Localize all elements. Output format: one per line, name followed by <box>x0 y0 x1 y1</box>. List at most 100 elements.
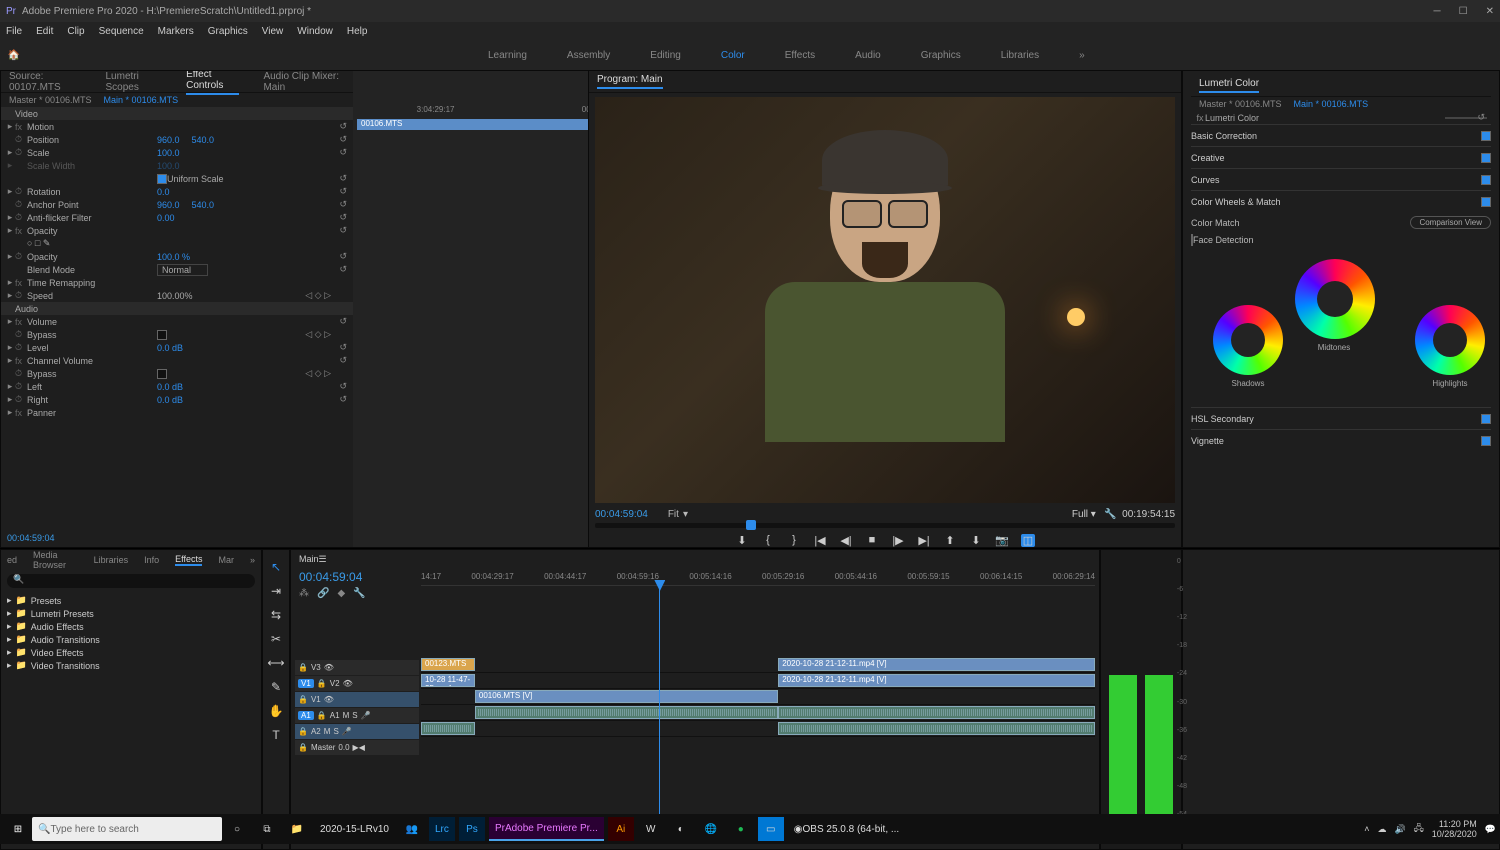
track-a1[interactable] <box>421 706 1095 721</box>
slip-tool[interactable]: ⟷ <box>267 656 284 670</box>
color-wheels-checkbox[interactable] <box>1481 197 1491 207</box>
workspace-learning[interactable]: Learning <box>488 50 527 61</box>
opacity-value[interactable]: 100.0 % <box>157 252 190 262</box>
program-zoom-select[interactable]: Fit <box>668 509 679 520</box>
folder-audio-transitions[interactable]: Audio Transitions <box>31 635 100 645</box>
tab-source[interactable]: Source: 00107.MTS <box>9 71 82 93</box>
step-back-icon[interactable]: ◀| <box>839 534 853 547</box>
tray-network-icon[interactable]: 🖧 <box>1414 821 1424 837</box>
tab-lumetri-scopes[interactable]: Lumetri Scopes <box>106 71 163 93</box>
bypass-checkbox[interactable] <box>157 330 167 340</box>
vignette-checkbox[interactable] <box>1481 436 1491 446</box>
track-header-v2[interactable]: V1🔒V2👁 <box>295 676 419 691</box>
track-v3[interactable]: 00123.MTS 2020-10-28 21-12-11.mp4 [V] <box>421 658 1095 673</box>
app-icon-w[interactable]: W <box>638 817 664 841</box>
fx-bypass[interactable]: Bypass <box>27 330 157 340</box>
photoshop-icon[interactable]: Ps <box>459 817 485 841</box>
clip-a1b[interactable] <box>778 706 1095 719</box>
program-scrubber[interactable] <box>595 523 1175 528</box>
tab-media-browser[interactable]: Media Browser <box>33 550 78 570</box>
workspace-editing[interactable]: Editing <box>650 50 681 61</box>
tab-info[interactable]: Info <box>144 555 159 565</box>
settings-icon[interactable]: 🔧 <box>353 588 365 599</box>
shadows-color-wheel[interactable] <box>1213 305 1283 375</box>
tabs-overflow[interactable]: » <box>250 555 255 565</box>
tray-onedrive-icon[interactable]: ☁ <box>1377 824 1386 835</box>
highlights-color-wheel[interactable] <box>1415 305 1485 375</box>
uniform-scale-checkbox[interactable] <box>157 174 167 184</box>
fx-scale[interactable]: Scale <box>27 148 157 158</box>
export-frame-icon[interactable]: 📷 <box>995 534 1009 547</box>
pen-tool[interactable]: ✎ <box>271 680 281 694</box>
menu-file[interactable]: File <box>6 26 22 37</box>
rotation-value[interactable]: 0.0 <box>157 187 170 197</box>
timeline-sequence-tab[interactable]: Main <box>299 554 319 564</box>
comparison-view-icon[interactable]: ◫ <box>1021 534 1035 547</box>
position-y[interactable]: 540.0 <box>192 135 215 145</box>
fx-left[interactable]: Left <box>27 382 157 392</box>
home-button[interactable]: 🏠 <box>0 50 28 61</box>
menu-graphics[interactable]: Graphics <box>208 26 248 37</box>
flicker-value[interactable]: 0.00 <box>157 213 175 223</box>
menu-markers[interactable]: Markers <box>158 26 194 37</box>
hand-tool[interactable]: ✋ <box>269 704 284 718</box>
creative-checkbox[interactable] <box>1481 153 1491 163</box>
add-marker-icon[interactable]: ⬇ <box>735 534 749 547</box>
basic-correction-checkbox[interactable] <box>1481 131 1491 141</box>
fx-opacity-group[interactable]: Opacity <box>27 226 157 236</box>
section-vignette[interactable]: Vignette <box>1191 436 1224 446</box>
spotify-icon[interactable]: ● <box>728 817 754 841</box>
track-v2[interactable]: 10-28 11-47-35.mp4 2020-10-28 21-12-11.m… <box>421 674 1095 689</box>
cortana-icon[interactable]: ○ <box>224 817 250 841</box>
tray-time[interactable]: 11:20 PM <box>1432 819 1477 829</box>
fx-motion[interactable]: Motion <box>27 122 157 132</box>
menu-sequence[interactable]: Sequence <box>99 26 144 37</box>
menu-help[interactable]: Help <box>347 26 368 37</box>
illustrator-icon[interactable]: Ai <box>608 817 634 841</box>
midtones-color-wheel[interactable] <box>1295 259 1375 339</box>
fx-speed[interactable]: Speed <box>27 291 157 301</box>
taskbar-folder-label[interactable]: 2020-15-LRv10 <box>314 817 395 841</box>
track-header-v3[interactable]: 🔒V3👁 <box>295 660 419 675</box>
fx-opacity-prop[interactable]: Opacity <box>27 252 157 262</box>
go-to-in-icon[interactable]: |◀ <box>813 534 827 547</box>
folder-lumetri-presets[interactable]: Lumetri Presets <box>31 609 94 619</box>
ripple-edit-tool[interactable]: ⇆ <box>271 608 281 622</box>
menu-clip[interactable]: Clip <box>67 26 84 37</box>
fx-position[interactable]: Position <box>27 135 157 145</box>
folder-audio-effects[interactable]: Audio Effects <box>31 622 84 632</box>
level-value[interactable]: 0.0 dB <box>157 343 183 353</box>
chrome-icon[interactable]: 🌐 <box>698 817 724 841</box>
program-resolution-select[interactable]: Full <box>1072 509 1088 520</box>
play-button[interactable]: ■ <box>865 534 879 547</box>
tab-effect-controls[interactable]: Effect Controls <box>186 70 239 95</box>
workspace-audio[interactable]: Audio <box>855 50 881 61</box>
obs-icon[interactable]: ◉ OBS 25.0.8 (64-bit, ... <box>788 817 905 841</box>
menu-view[interactable]: View <box>262 26 284 37</box>
track-a2[interactable] <box>421 722 1095 737</box>
tab-audio-clip-mixer[interactable]: Audio Clip Mixer: Main <box>263 71 345 93</box>
effects-search-input[interactable]: 🔍 <box>7 574 255 588</box>
folder-presets[interactable]: Presets <box>31 596 62 606</box>
tray-date[interactable]: 10/28/2020 <box>1432 829 1477 839</box>
speed-value[interactable]: 100.00% <box>157 291 193 301</box>
clip-a1a[interactable] <box>475 706 778 719</box>
fx-bypass2[interactable]: Bypass <box>27 369 157 379</box>
mark-in-icon[interactable]: { <box>761 534 775 547</box>
timeline-playhead[interactable] <box>659 586 660 831</box>
fx-volume[interactable]: Volume <box>27 317 157 327</box>
clip-a2b[interactable] <box>778 722 1095 735</box>
workspace-libraries[interactable]: Libraries <box>1001 50 1039 61</box>
workspace-graphics[interactable]: Graphics <box>921 50 961 61</box>
track-header-v1[interactable]: 🔒V1👁 <box>295 692 419 707</box>
fx-anchor[interactable]: Anchor Point <box>27 200 157 210</box>
linked-selection-icon[interactable]: 🔗 <box>317 588 329 599</box>
type-tool[interactable]: T <box>272 728 279 742</box>
section-curves[interactable]: Curves <box>1191 175 1220 185</box>
bypass-checkbox-2[interactable] <box>157 369 167 379</box>
reset-icon[interactable]: ↺ <box>339 121 347 132</box>
curves-checkbox[interactable] <box>1481 175 1491 185</box>
tray-chevron-icon[interactable]: ˄ <box>1364 824 1369 834</box>
workspace-assembly[interactable]: Assembly <box>567 50 610 61</box>
fx-time-remap[interactable]: Time Remapping <box>27 278 157 288</box>
